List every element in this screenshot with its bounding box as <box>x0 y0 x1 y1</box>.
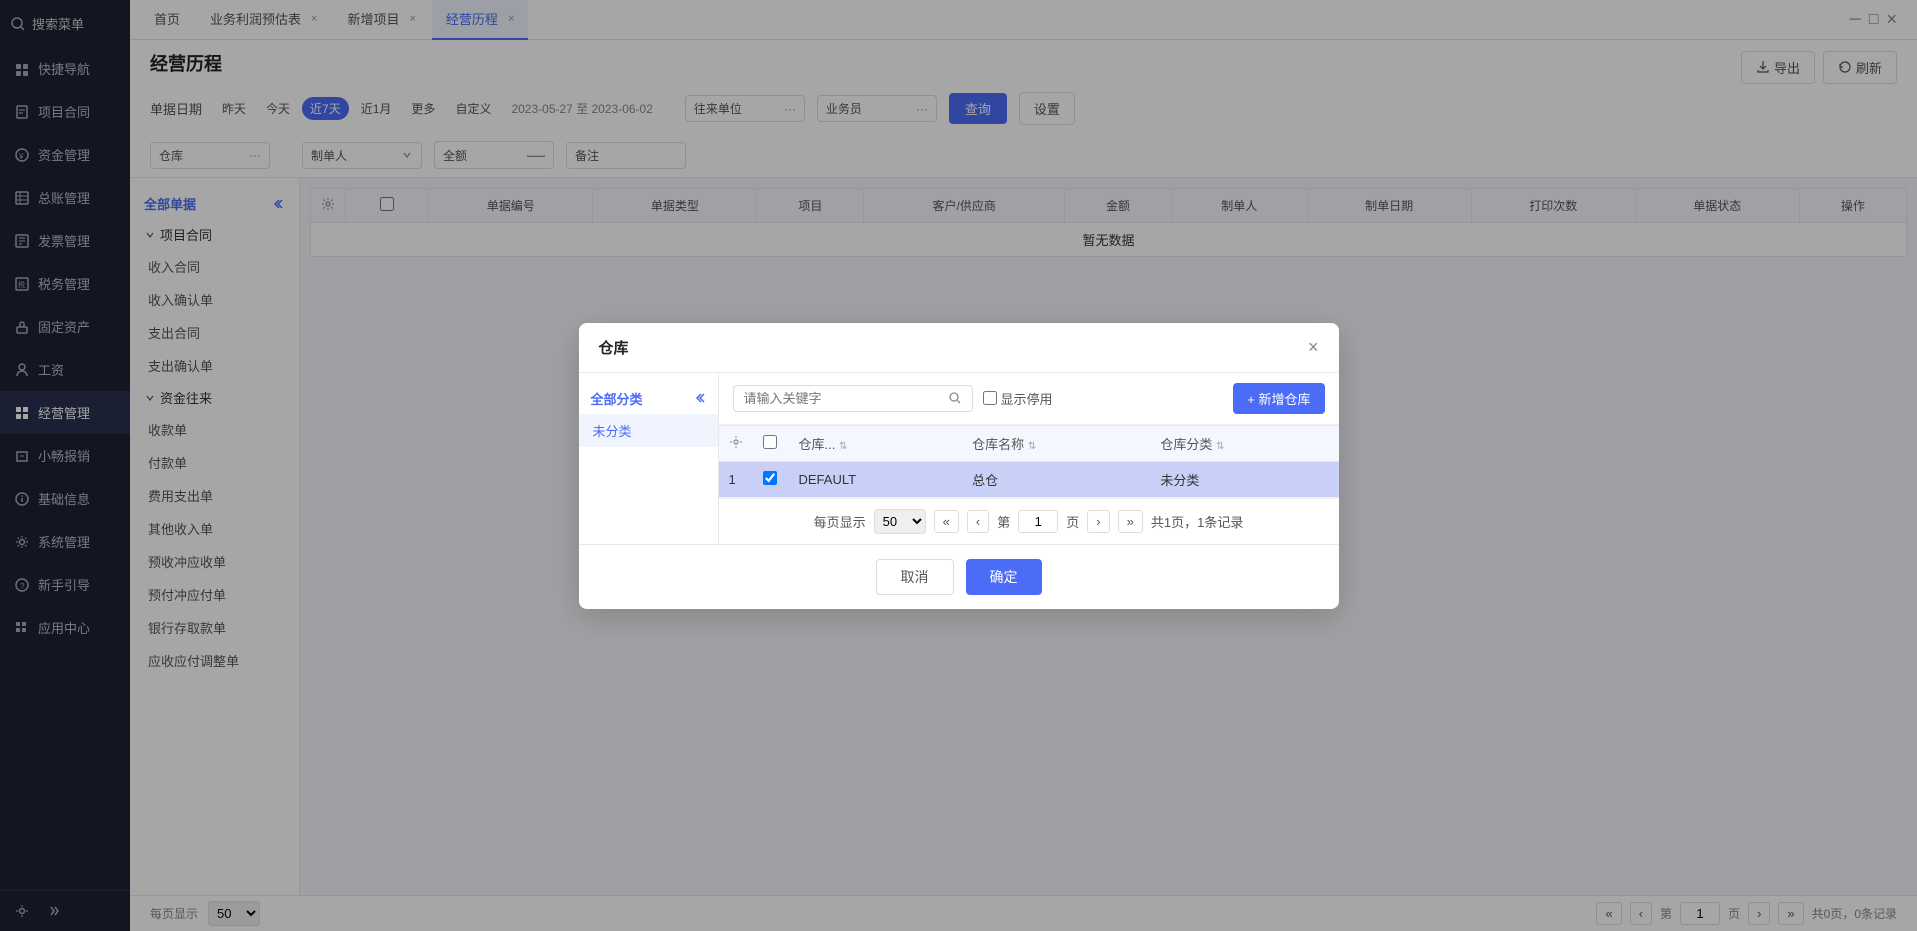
modal-row-checkbox[interactable] <box>763 471 777 485</box>
modal-select-all[interactable] <box>763 435 777 449</box>
modal-left-panel: 全部分类 未分类 <box>579 373 719 544</box>
show-disabled-input[interactable] <box>983 391 997 405</box>
modal-right-panel: 显示停用 + 新增仓库 <box>719 373 1339 544</box>
sort-icon-category[interactable]: ⇅ <box>1216 441 1224 452</box>
gear-icon2[interactable] <box>729 435 743 449</box>
modal-collapse-icon[interactable] <box>692 391 706 405</box>
sort-icon-code[interactable]: ⇅ <box>839 441 847 452</box>
modal-search-box[interactable] <box>733 385 973 412</box>
show-disabled-label: 显示停用 <box>1001 389 1053 408</box>
modal-th-category-label: 仓库分类 <box>1160 437 1212 452</box>
modal-toolbar: 显示停用 + 新增仓库 <box>719 373 1339 425</box>
modal-header: 仓库 × <box>579 323 1339 373</box>
modal-td-category: 未分类 <box>1150 461 1338 497</box>
modal-td-code: DEFAULT <box>789 461 963 497</box>
modal-left-header-label: 全部分类 <box>591 389 643 408</box>
modal-page-prefix: 第 <box>997 512 1010 531</box>
modal-title: 仓库 <box>599 337 629 358</box>
modal-per-page-select[interactable]: 50 100 <box>874 509 926 534</box>
modal-per-page-label: 每页显示 <box>814 512 866 531</box>
modal-left-item-uncategorized[interactable]: 未分类 <box>579 414 718 447</box>
modal-td-name: 总仓 <box>962 461 1150 497</box>
add-warehouse-label: + 新增仓库 <box>1247 389 1310 408</box>
modal-page-suffix: 页 <box>1066 512 1079 531</box>
modal-next-page[interactable]: › <box>1087 510 1109 533</box>
modal-th-checkbox <box>753 425 789 461</box>
modal-table-wrap: 仓库... ⇅ 仓库名称 ⇅ 仓库分类 ⇅ <box>719 425 1339 498</box>
modal-pagination: 每页显示 50 100 « ‹ 第 页 › » 共1页，1条记录 <box>719 498 1339 544</box>
modal-body: 全部分类 未分类 显示停用 <box>579 373 1339 544</box>
modal-td-num: 1 <box>719 461 753 497</box>
search-icon2 <box>948 391 962 405</box>
modal-td-checkbox[interactable] <box>753 461 789 497</box>
modal-actions: 取消 确定 <box>579 544 1339 609</box>
modal-left-item-label: 未分类 <box>593 424 632 439</box>
modal-total: 共1页，1条记录 <box>1151 512 1243 531</box>
modal-th-code: 仓库... ⇅ <box>789 425 963 461</box>
modal-page-input[interactable] <box>1018 510 1058 533</box>
modal-table-row[interactable]: 1 DEFAULT 总仓 未分类 <box>719 461 1339 497</box>
modal-last-page[interactable]: » <box>1118 510 1143 533</box>
modal-left-header[interactable]: 全部分类 <box>579 383 718 414</box>
modal-overlay: 仓库 × 全部分类 未分类 <box>0 0 1917 931</box>
modal-table: 仓库... ⇅ 仓库名称 ⇅ 仓库分类 ⇅ <box>719 425 1339 498</box>
modal-th-code-label: 仓库... <box>799 437 836 452</box>
modal-th-category: 仓库分类 ⇅ <box>1150 425 1338 461</box>
add-warehouse-button[interactable]: + 新增仓库 <box>1233 383 1324 414</box>
cancel-button[interactable]: 取消 <box>876 559 954 595</box>
sort-icon-name[interactable]: ⇅ <box>1028 441 1036 452</box>
modal-th-gear <box>719 425 753 461</box>
modal-prev-page[interactable]: ‹ <box>967 510 989 533</box>
modal-th-name-label: 仓库名称 <box>972 437 1024 452</box>
show-disabled-checkbox[interactable]: 显示停用 <box>983 389 1053 408</box>
warehouse-modal: 仓库 × 全部分类 未分类 <box>579 323 1339 609</box>
modal-th-name: 仓库名称 ⇅ <box>962 425 1150 461</box>
modal-close-button[interactable]: × <box>1308 337 1319 358</box>
modal-first-page[interactable]: « <box>934 510 959 533</box>
modal-search-input[interactable] <box>744 391 942 406</box>
confirm-button[interactable]: 确定 <box>966 559 1042 595</box>
